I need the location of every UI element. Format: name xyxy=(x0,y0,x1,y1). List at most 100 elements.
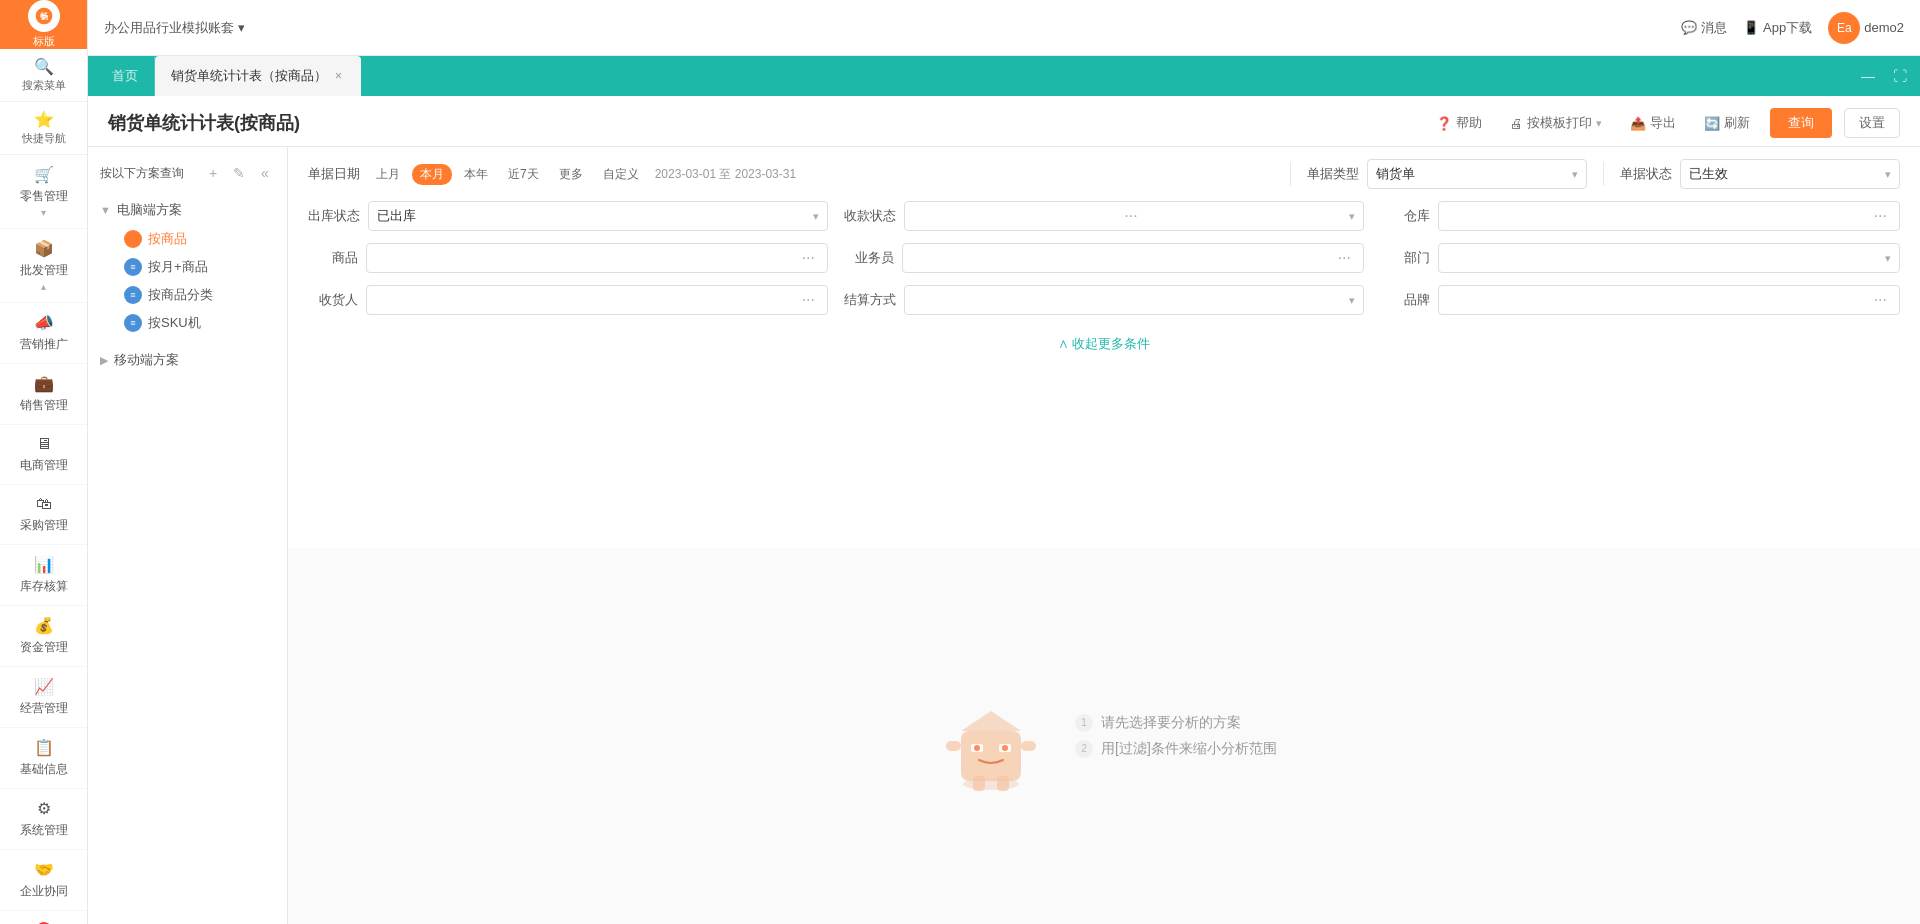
payment-method-select[interactable]: ▾ xyxy=(904,285,1364,315)
date-btn-7days[interactable]: 近7天 xyxy=(500,164,547,185)
sidebar-quicknav-label: 快捷导航 xyxy=(6,131,81,146)
user-menu[interactable]: Ea demo2 xyxy=(1828,12,1904,44)
panel-edit-btn[interactable]: ✎ xyxy=(229,163,249,183)
query-btn[interactable]: 查询 xyxy=(1770,108,1832,138)
sidebar-item-finance[interactable]: 💰 资金管理 xyxy=(0,606,87,667)
refresh-btn[interactable]: 🔄 刷新 xyxy=(1696,110,1758,136)
sidebar-search-label: 搜索菜单 xyxy=(6,78,81,93)
brand-dots[interactable]: ··· xyxy=(1870,291,1891,309)
print-btn[interactable]: 🖨 按模板打印 ▾ xyxy=(1502,110,1610,136)
tree-parent-mobile[interactable]: ▶ 移动端方案 xyxy=(88,345,287,375)
svg-text:畅: 畅 xyxy=(40,11,48,21)
filter-field-brand: 品牌 ··· xyxy=(1380,285,1900,315)
help-icon: ❓ xyxy=(1436,116,1452,131)
print-label: 按模板打印 xyxy=(1527,114,1592,132)
tree-item-by-sku[interactable]: ≡ 按SKU机 xyxy=(96,309,287,337)
tree-arrow-desktop: ▼ xyxy=(100,204,111,216)
sidebar-item-retail[interactable]: 🛒 零售管理 ▾ xyxy=(0,155,87,229)
receiver-select[interactable]: ··· xyxy=(366,285,828,315)
panel-title: 按以下方案查询 xyxy=(100,165,184,182)
panel-add-btn[interactable]: + xyxy=(203,163,223,183)
empty-text: 1 请先选择要分析的方案 2 用[过滤]条件来缩小分析范围 xyxy=(1075,714,1277,758)
product-select[interactable]: ··· xyxy=(366,243,828,273)
data-area: 1 请先选择要分析的方案 2 用[过滤]条件来缩小分析范围 xyxy=(288,548,1920,925)
sidebar-search[interactable]: 🔍 搜索菜单 xyxy=(0,49,87,102)
date-label: 单据日期 xyxy=(308,165,360,183)
doctype-select[interactable]: 销货单 ▾ xyxy=(1367,159,1587,189)
tab-bar-right: — ⛶ xyxy=(1856,64,1912,88)
docstatus-select[interactable]: 已生效 ▾ xyxy=(1680,159,1900,189)
outstatus-select[interactable]: 已出库 ▾ xyxy=(368,201,828,231)
docstatus-label: 单据状态 xyxy=(1620,165,1672,183)
product-dots[interactable]: ··· xyxy=(798,249,819,267)
payment-method-arrow: ▾ xyxy=(1349,294,1355,307)
salesperson-dots[interactable]: ··· xyxy=(1334,249,1355,267)
help-btn[interactable]: ❓ 帮助 xyxy=(1428,110,1490,136)
paymentstatus-select[interactable]: ··· ▾ xyxy=(904,201,1364,231)
tree-item-by-sku-icon: ≡ xyxy=(124,314,142,332)
message-btn[interactable]: 💬 消息 xyxy=(1681,19,1727,37)
svg-rect-4 xyxy=(966,736,1016,776)
date-btn-this-month[interactable]: 本月 xyxy=(412,164,452,185)
sidebar-item-inventory[interactable]: 📊 库存核算 xyxy=(0,545,87,606)
sidebar-item-corp[interactable]: 🤝 企业协同 xyxy=(0,850,87,911)
tab-home[interactable]: 首页 xyxy=(96,56,155,96)
app-download-btn[interactable]: 📱 App下载 xyxy=(1743,19,1812,37)
date-btn-custom[interactable]: 自定义 xyxy=(595,164,647,185)
tab-close-btn[interactable]: × xyxy=(333,69,344,83)
sidebar-item-ecommerce[interactable]: 🖥 电商管理 xyxy=(0,425,87,485)
sidebar-item-system[interactable]: ⚙ 系统管理 xyxy=(0,789,87,850)
collapse-label: ∧ 收起更多条件 xyxy=(1058,336,1151,351)
panel-collapse-btn[interactable]: « xyxy=(255,163,275,183)
department-select[interactable]: ▾ xyxy=(1438,243,1900,273)
settings-btn[interactable]: 设置 xyxy=(1844,108,1900,138)
date-btn-this-year[interactable]: 本年 xyxy=(456,164,496,185)
collapse-btn[interactable]: ∧ 收起更多条件 xyxy=(308,327,1900,361)
minimize-btn[interactable]: — xyxy=(1856,64,1880,88)
brand-select[interactable]: ··· xyxy=(1438,285,1900,315)
receiver-dots[interactable]: ··· xyxy=(798,291,819,309)
sidebar-item-operations[interactable]: 📈 经营管理 xyxy=(0,667,87,728)
wholesale-expand-icon: ▴ xyxy=(41,281,46,292)
operations-icon: 📈 xyxy=(34,677,54,696)
warehouse-dots[interactable]: ··· xyxy=(1870,207,1891,225)
date-btn-more[interactable]: 更多 xyxy=(551,164,591,185)
export-btn[interactable]: 📤 导出 xyxy=(1622,110,1684,136)
tree-item-by-month-product[interactable]: ≡ 按月+商品 xyxy=(96,253,287,281)
brand-label: 品牌 xyxy=(1380,291,1430,309)
tab-active[interactable]: 销货单统计计表（按商品） × xyxy=(155,56,361,96)
tree-item-by-sku-label: 按SKU机 xyxy=(148,314,201,332)
sidebar-system-label: 系统管理 xyxy=(20,822,68,839)
sidebar-item-marketing[interactable]: 📣 营销推广 xyxy=(0,303,87,364)
sidebar-operations-label: 经营管理 xyxy=(20,700,68,717)
tree-item-by-product[interactable]: 按商品 xyxy=(96,225,287,253)
tree-mobile-label: 移动端方案 xyxy=(114,351,179,369)
docstatus-arrow: ▾ xyxy=(1885,168,1891,181)
tree-item-by-category[interactable]: ≡ 按商品分类 xyxy=(96,281,287,309)
system-icon: ⚙ xyxy=(37,799,51,818)
paymentstatus-dots[interactable]: ··· xyxy=(1120,207,1141,225)
date-btn-last-month[interactable]: 上月 xyxy=(368,164,408,185)
svg-rect-10 xyxy=(946,741,961,751)
maximize-btn[interactable]: ⛶ xyxy=(1888,64,1912,88)
refresh-icon: 🔄 xyxy=(1704,116,1720,131)
sidebar-quick-nav[interactable]: ⭐ 快捷导航 xyxy=(0,102,87,155)
sidebar-item-sales[interactable]: 💼 销售管理 xyxy=(0,364,87,425)
industry-dropdown[interactable]: 办公用品行业模拟账套 ▾ xyxy=(104,19,245,37)
salesperson-select[interactable]: ··· xyxy=(902,243,1364,273)
warehouse-select[interactable]: ··· xyxy=(1438,201,1900,231)
doctype-value: 销货单 xyxy=(1376,165,1415,183)
tree-parent-desktop[interactable]: ▼ 电脑端方案 xyxy=(88,195,287,225)
sidebar-item-basic[interactable]: 📋 基础信息 xyxy=(0,728,87,789)
paymentstatus-arrow: ▾ xyxy=(1349,210,1355,223)
sidebar-item-wholesale[interactable]: 📦 批发管理 ▴ xyxy=(0,229,87,303)
sidebar-item-onboarding[interactable]: 🎯 新手引导 xyxy=(0,911,87,924)
message-label: 消息 xyxy=(1701,19,1727,37)
filter-field-docstatus: 单据状态 已生效 ▾ xyxy=(1620,159,1900,189)
outstatus-value: 已出库 xyxy=(377,207,416,225)
sidebar-item-purchase[interactable]: 🛍 采购管理 xyxy=(0,485,87,545)
date-shortcuts-group: 上月 本月 本年 近7天 更多 自定义 2023-03-01 至 2023-03… xyxy=(368,164,1274,185)
industry-label: 办公用品行业模拟账套 xyxy=(104,19,234,37)
avatar-text: Ea xyxy=(1837,21,1852,35)
filter-field-salesperson: 业务员 ··· xyxy=(844,243,1364,273)
